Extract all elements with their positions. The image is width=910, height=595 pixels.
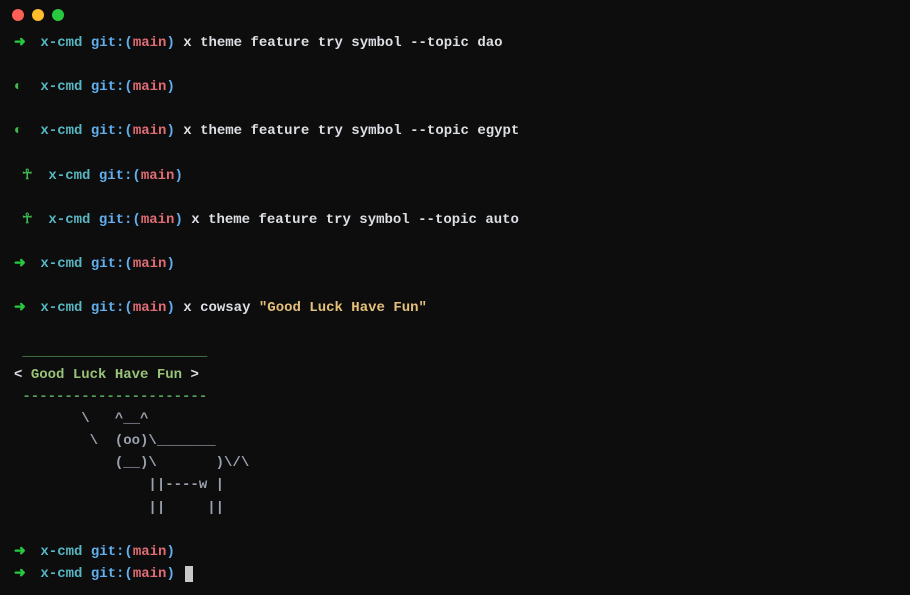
prompt-git-close: ) bbox=[174, 168, 182, 184]
cowsay-body-line: (__)\ )\/\ bbox=[14, 454, 896, 472]
prompt-dir: x-cmd bbox=[40, 544, 82, 560]
cowsay-body-line: ||----w | bbox=[14, 476, 896, 494]
prompt-git-label: git:( bbox=[91, 544, 133, 560]
prompt-symbol: ➜ bbox=[14, 34, 32, 52]
prompt-git-label: git:( bbox=[99, 212, 141, 228]
cursor bbox=[185, 566, 193, 582]
blank-line bbox=[14, 189, 896, 207]
cmd-text: theme feature try symbol --topic egypt bbox=[200, 123, 519, 139]
window-minimize-button[interactable] bbox=[32, 9, 44, 21]
prompt-dir: x-cmd bbox=[40, 566, 82, 582]
prompt-branch: main bbox=[133, 35, 167, 51]
prompt-branch: main bbox=[133, 566, 167, 582]
prompt-git-close: ) bbox=[166, 300, 174, 316]
prompt-branch: main bbox=[133, 79, 167, 95]
prompt-git-label: git:( bbox=[91, 123, 133, 139]
prompt-branch: main bbox=[133, 300, 167, 316]
prompt-line: ➜ x-cmd git:(main) x cowsay "Good Luck H… bbox=[14, 299, 896, 317]
window-close-button[interactable] bbox=[12, 9, 24, 21]
prompt-symbol: ☥ bbox=[22, 167, 40, 185]
prompt-git-close: ) bbox=[166, 256, 174, 272]
prompt-line: ➜ x-cmd git:(main) bbox=[14, 543, 896, 561]
prompt-git-label: git:( bbox=[91, 566, 133, 582]
blank-line bbox=[14, 277, 896, 295]
prompt-dir: x-cmd bbox=[48, 168, 90, 184]
prompt-branch: main bbox=[133, 544, 167, 560]
prompt-git-label: git:( bbox=[91, 256, 133, 272]
prompt-line: ☥ x-cmd git:(main) x theme feature try s… bbox=[14, 211, 896, 229]
prompt-branch: main bbox=[141, 212, 175, 228]
prompt-git-close: ) bbox=[166, 566, 174, 582]
blank-line bbox=[14, 145, 896, 163]
prompt-symbol: ➜ bbox=[14, 299, 32, 317]
prompt-symbol: ◐ bbox=[14, 122, 32, 140]
cmd-x: x bbox=[191, 212, 199, 228]
prompt-line: ➜ x-cmd git:(main) x theme feature try s… bbox=[14, 34, 896, 52]
terminal-output[interactable]: ➜ x-cmd git:(main) x theme feature try s… bbox=[0, 30, 910, 595]
cmd-x: x bbox=[183, 123, 191, 139]
cowsay-body-line: || || bbox=[14, 499, 896, 517]
prompt-line: ◐ x-cmd git:(main) bbox=[14, 78, 896, 96]
cmd-text: cowsay bbox=[200, 300, 259, 316]
cmd-x: x bbox=[183, 35, 191, 51]
prompt-branch: main bbox=[133, 256, 167, 272]
cmd-text: theme feature try symbol --topic dao bbox=[200, 35, 502, 51]
prompt-symbol: ◐ bbox=[14, 78, 32, 96]
prompt-git-close: ) bbox=[174, 212, 182, 228]
prompt-symbol: ➜ bbox=[14, 255, 32, 273]
prompt-line: ◐ x-cmd git:(main) x theme feature try s… bbox=[14, 122, 896, 140]
prompt-dir: x-cmd bbox=[40, 79, 82, 95]
cowsay-body-line: \ ^__^ bbox=[14, 410, 896, 428]
prompt-line: ➜ x-cmd git:(main) bbox=[14, 255, 896, 273]
prompt-git-close: ) bbox=[166, 123, 174, 139]
blank-line bbox=[14, 56, 896, 74]
prompt-branch: main bbox=[133, 123, 167, 139]
prompt-symbol: ☥ bbox=[22, 211, 40, 229]
cmd-quote: "Good Luck Have Fun" bbox=[259, 300, 427, 316]
prompt-dir: x-cmd bbox=[40, 300, 82, 316]
prompt-line: ☥ x-cmd git:(main) bbox=[14, 167, 896, 185]
prompt-git-label: git:( bbox=[91, 79, 133, 95]
prompt-dir: x-cmd bbox=[40, 256, 82, 272]
prompt-dir: x-cmd bbox=[48, 212, 90, 228]
prompt-git-close: ) bbox=[166, 79, 174, 95]
titlebar bbox=[0, 0, 910, 30]
blank-line bbox=[14, 521, 896, 539]
prompt-git-label: git:( bbox=[91, 300, 133, 316]
prompt-git-label: git:( bbox=[91, 35, 133, 51]
cowsay-border-top: ______________________ bbox=[14, 343, 896, 361]
prompt-symbol: ➜ bbox=[14, 543, 32, 561]
prompt-branch: main bbox=[141, 168, 175, 184]
prompt-git-close: ) bbox=[166, 35, 174, 51]
prompt-git-label: git:( bbox=[99, 168, 141, 184]
prompt-dir: x-cmd bbox=[40, 123, 82, 139]
prompt-symbol: ➜ bbox=[14, 565, 32, 583]
blank-line bbox=[14, 100, 896, 118]
blank-line bbox=[14, 233, 896, 251]
cowsay-border-bottom: ---------------------- bbox=[14, 388, 896, 406]
cmd-x: x bbox=[183, 300, 191, 316]
cowsay-body-line: \ (oo)\_______ bbox=[14, 432, 896, 450]
blank-line bbox=[14, 321, 896, 339]
prompt-git-close: ) bbox=[166, 544, 174, 560]
cowsay-message: < Good Luck Have Fun > bbox=[14, 366, 896, 384]
cmd-text: theme feature try symbol --topic auto bbox=[208, 212, 519, 228]
prompt-line: ➜ x-cmd git:(main) bbox=[14, 565, 896, 583]
prompt-dir: x-cmd bbox=[40, 35, 82, 51]
window-maximize-button[interactable] bbox=[52, 9, 64, 21]
